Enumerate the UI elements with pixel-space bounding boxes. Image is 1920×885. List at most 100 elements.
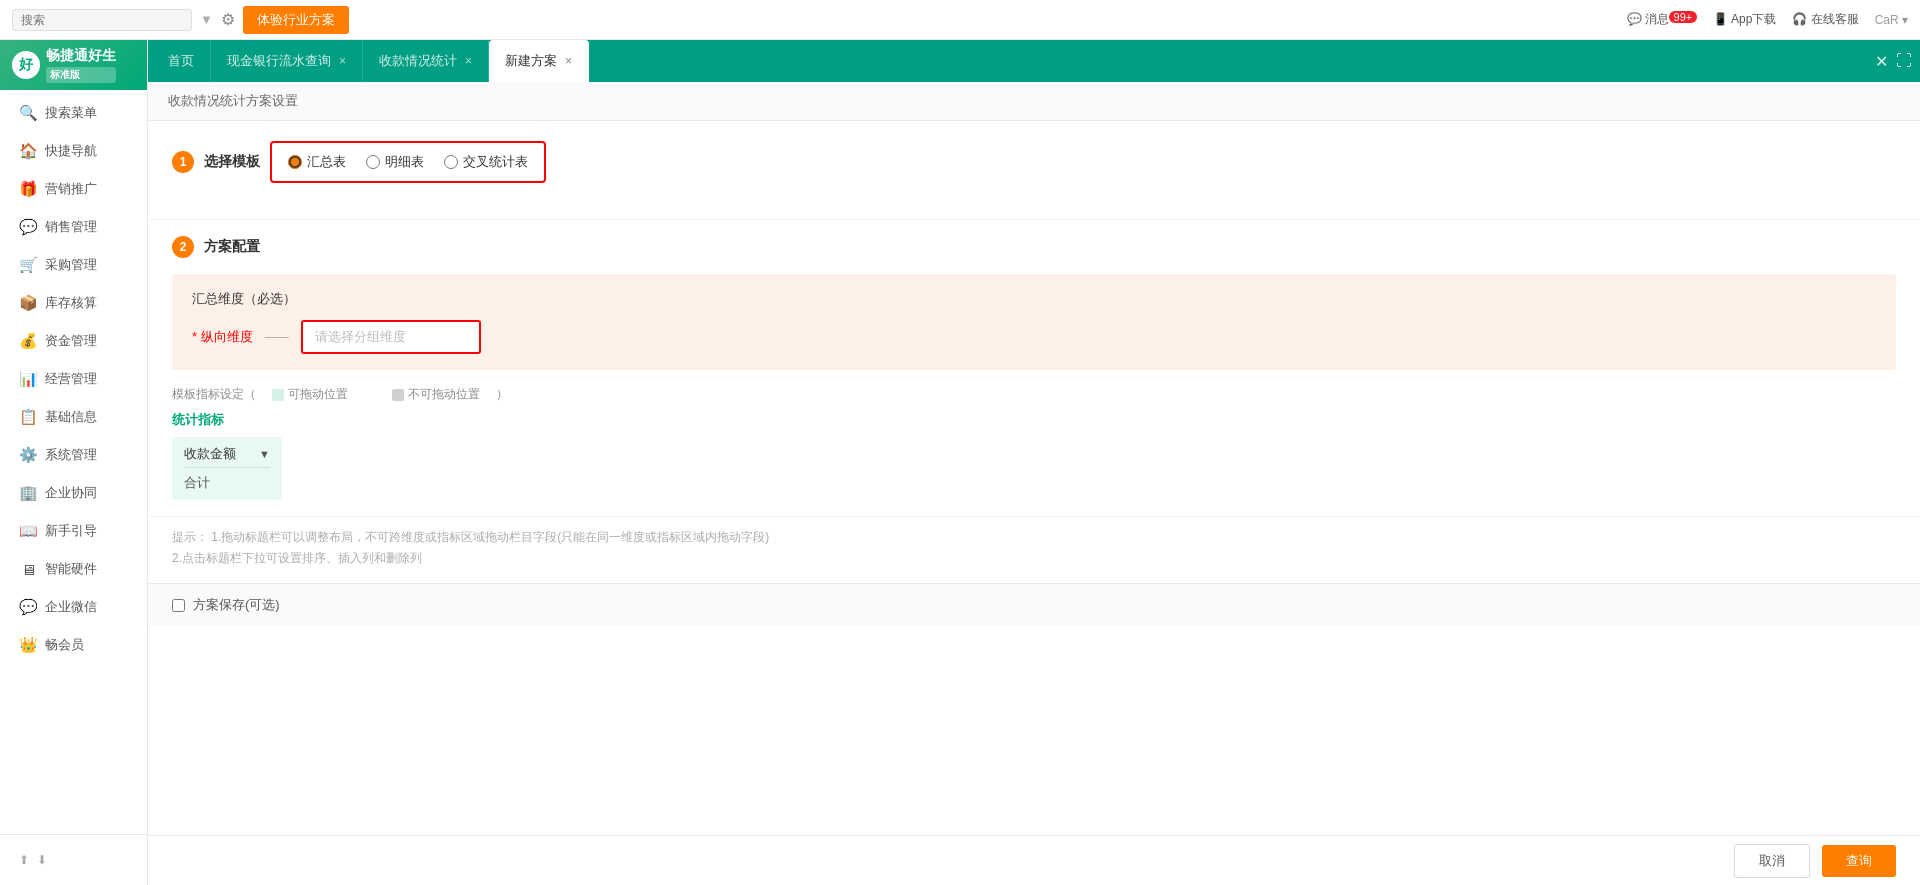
sidebar-item-guide[interactable]: 📖 新手引导 <box>0 512 147 550</box>
sidebar-item-label: 采购管理 <box>45 256 97 274</box>
trial-button[interactable]: 体验行业方案 <box>243 6 349 34</box>
nodrag-dot <box>392 389 404 401</box>
chevron-down-icon[interactable]: ▼ <box>259 448 270 460</box>
cancel-button[interactable]: 取消 <box>1734 844 1810 878</box>
tab-cashflow-close[interactable]: × <box>339 55 346 67</box>
sidebar-item-label: 畅会员 <box>45 636 84 654</box>
sidebar-item-inventory[interactable]: 📦 库存核算 <box>0 284 147 322</box>
radio-summary-input[interactable] <box>288 155 302 169</box>
sidebar-item-system[interactable]: ⚙️ 系统管理 <box>0 436 147 474</box>
sidebar-item-basic-info[interactable]: 📋 基础信息 <box>0 398 147 436</box>
sidebar-item-label: 基础信息 <box>45 408 97 426</box>
logo-icon: 好 <box>12 51 40 79</box>
sidebar-item-label: 资金管理 <box>45 332 97 350</box>
tab-bar: 首页 现金银行流水查询 × 收款情况统计 × 新建方案 × ✕ ⛶ <box>148 40 1920 82</box>
tab-receipt-stats-close[interactable]: × <box>465 55 472 67</box>
drag-label: 可拖动位置 <box>288 386 348 403</box>
legend-close: ） <box>496 386 508 403</box>
sidebar-item-quick-nav[interactable]: 🏠 快捷导航 <box>0 132 147 170</box>
radio-summary-label: 汇总表 <box>307 153 346 171</box>
dropdown-icon: ▼ <box>200 12 213 27</box>
search-input[interactable] <box>12 9 192 31</box>
sidebar-item-marketing[interactable]: 🎁 营销推广 <box>0 170 147 208</box>
radio-cross-label: 交叉统计表 <box>463 153 528 171</box>
sidebar-item-wechat[interactable]: 💬 企业微信 <box>0 588 147 626</box>
save-label[interactable]: 方案保存(可选) <box>193 596 280 614</box>
tips-section: 提示： 1.拖动标题栏可以调整布局，不可跨维度或指标区域拖动栏目字段(只能在同一… <box>148 516 1920 583</box>
logo: 好 畅捷通好生 标准版 <box>0 40 147 90</box>
metrics-card-header-text: 收款金额 <box>184 445 236 463</box>
legend-nodrag: 不可拖动位置 <box>392 386 480 403</box>
template-section-wrapper: 1 选择模板 汇总表 明细表 <box>148 121 1920 219</box>
template-options: 汇总表 明细表 交叉统计表 <box>270 141 546 183</box>
radio-cross[interactable]: 交叉统计表 <box>444 153 528 171</box>
sidebar-item-sales[interactable]: 💬 销售管理 <box>0 208 147 246</box>
extra-icon2: ⬇ <box>37 853 47 867</box>
sidebar-item-label: 营销推广 <box>45 180 97 198</box>
sidebar-item-hardware[interactable]: 🖥 智能硬件 <box>0 550 147 588</box>
sidebar-item-label: 库存核算 <box>45 294 97 312</box>
tab-cashflow[interactable]: 现金银行流水查询 × <box>211 40 363 82</box>
download-action[interactable]: 📱 App下载 <box>1713 11 1776 28</box>
breadcrumb: 收款情况统计方案设置 <box>148 82 1920 121</box>
tab-home[interactable]: 首页 <box>156 40 211 82</box>
page-inner: 收款情况统计方案设置 1 选择模板 汇总表 <box>148 82 1920 835</box>
query-button[interactable]: 查询 <box>1822 845 1896 877</box>
sidebar-item-enterprise[interactable]: 🏢 企业协同 <box>0 474 147 512</box>
sidebar-item-label: 销售管理 <box>45 218 97 236</box>
sidebar-item-search-menu[interactable]: 🔍 搜索菜单 <box>0 94 147 132</box>
tab-home-label: 首页 <box>168 52 194 70</box>
tab-new-plan[interactable]: 新建方案 × <box>489 40 589 82</box>
extra-icon: ⬆ <box>19 853 29 867</box>
download-label: App下载 <box>1731 12 1776 26</box>
legend-drag: 可拖动位置 <box>272 386 348 403</box>
sidebar-item-operations[interactable]: 📊 经营管理 <box>0 360 147 398</box>
sidebar-item-label: 企业微信 <box>45 598 97 616</box>
tab-expand-icon[interactable]: ⛶ <box>1896 52 1912 70</box>
sidebar-item-finance[interactable]: 💰 资金管理 <box>0 322 147 360</box>
quick-nav-icon: 🏠 <box>19 142 37 160</box>
sidebar-item-member[interactable]: 👑 畅会员 <box>0 626 147 664</box>
tab-receipt-stats[interactable]: 收款情况统计 × <box>363 40 489 82</box>
radio-detail[interactable]: 明细表 <box>366 153 424 171</box>
sidebar-bottom: ⬆ ⬇ <box>0 834 147 885</box>
guide-icon: 📖 <box>19 522 37 540</box>
logo-text: 畅捷通好生 <box>46 47 116 65</box>
sidebar-item-label: 新手引导 <box>45 522 97 540</box>
tip1: 提示： 1.拖动标题栏可以调整布局，不可跨维度或指标区域拖动栏目字段(只能在同一… <box>172 529 1896 546</box>
message-action[interactable]: 💬 消息 99+ <box>1627 11 1697 28</box>
metrics-legend: 模板指标设定（ 可拖动位置 不可拖动位置 ） <box>172 386 1896 403</box>
radio-detail-input[interactable] <box>366 155 380 169</box>
sales-icon: 💬 <box>19 218 37 236</box>
finance-icon: 💰 <box>19 332 37 350</box>
search-menu-icon: 🔍 <box>19 104 37 122</box>
sidebar-item-extra[interactable]: ⬆ ⬇ <box>0 843 147 877</box>
radio-summary[interactable]: 汇总表 <box>288 153 346 171</box>
sidebar-item-label: 智能硬件 <box>45 560 97 578</box>
sidebar-item-purchase[interactable]: 🛒 采购管理 <box>0 246 147 284</box>
logo-text-block: 畅捷通好生 标准版 <box>46 47 116 83</box>
save-checkbox[interactable] <box>172 599 185 612</box>
tab-receipt-stats-label: 收款情况统计 <box>379 52 457 70</box>
tab-new-plan-close[interactable]: × <box>565 55 572 67</box>
system-icon: ⚙️ <box>19 446 37 464</box>
inventory-icon: 📦 <box>19 294 37 312</box>
radio-cross-input[interactable] <box>444 155 458 169</box>
message-label: 消息 <box>1645 12 1669 26</box>
user-avatar[interactable]: CaR ▾ <box>1875 13 1908 27</box>
metrics-card-body-text: 合计 <box>184 475 210 490</box>
dim-title: 汇总维度（必选） <box>192 290 1876 308</box>
dim-select-placeholder: 请选择分组维度 <box>315 329 406 344</box>
main-layout: 好 畅捷通好生 标准版 🔍 搜索菜单 🏠 快捷导航 🎁 营销推广 💬 销 <box>0 40 1920 885</box>
dimension-block: 汇总维度（必选） 纵向维度 —— 请选择分组维度 <box>172 274 1896 370</box>
member-icon: 👑 <box>19 636 37 654</box>
tab-close-all-icon[interactable]: ✕ <box>1875 52 1888 71</box>
breadcrumb-text: 收款情况统计方案设置 <box>168 93 298 108</box>
dim-select[interactable]: 请选择分组维度 <box>301 320 481 354</box>
tab-new-plan-label: 新建方案 <box>505 52 557 70</box>
top-bar: ▼ ⚙ 体验行业方案 💬 消息 99+ 📱 App下载 🎧 在线客服 CaR ▾ <box>0 0 1920 40</box>
section2-title: 方案配置 <box>204 238 260 256</box>
service-action[interactable]: 🎧 在线客服 <box>1792 11 1858 28</box>
dim-arrow-icon: —— <box>265 330 289 344</box>
settings-icon[interactable]: ⚙ <box>221 10 235 29</box>
